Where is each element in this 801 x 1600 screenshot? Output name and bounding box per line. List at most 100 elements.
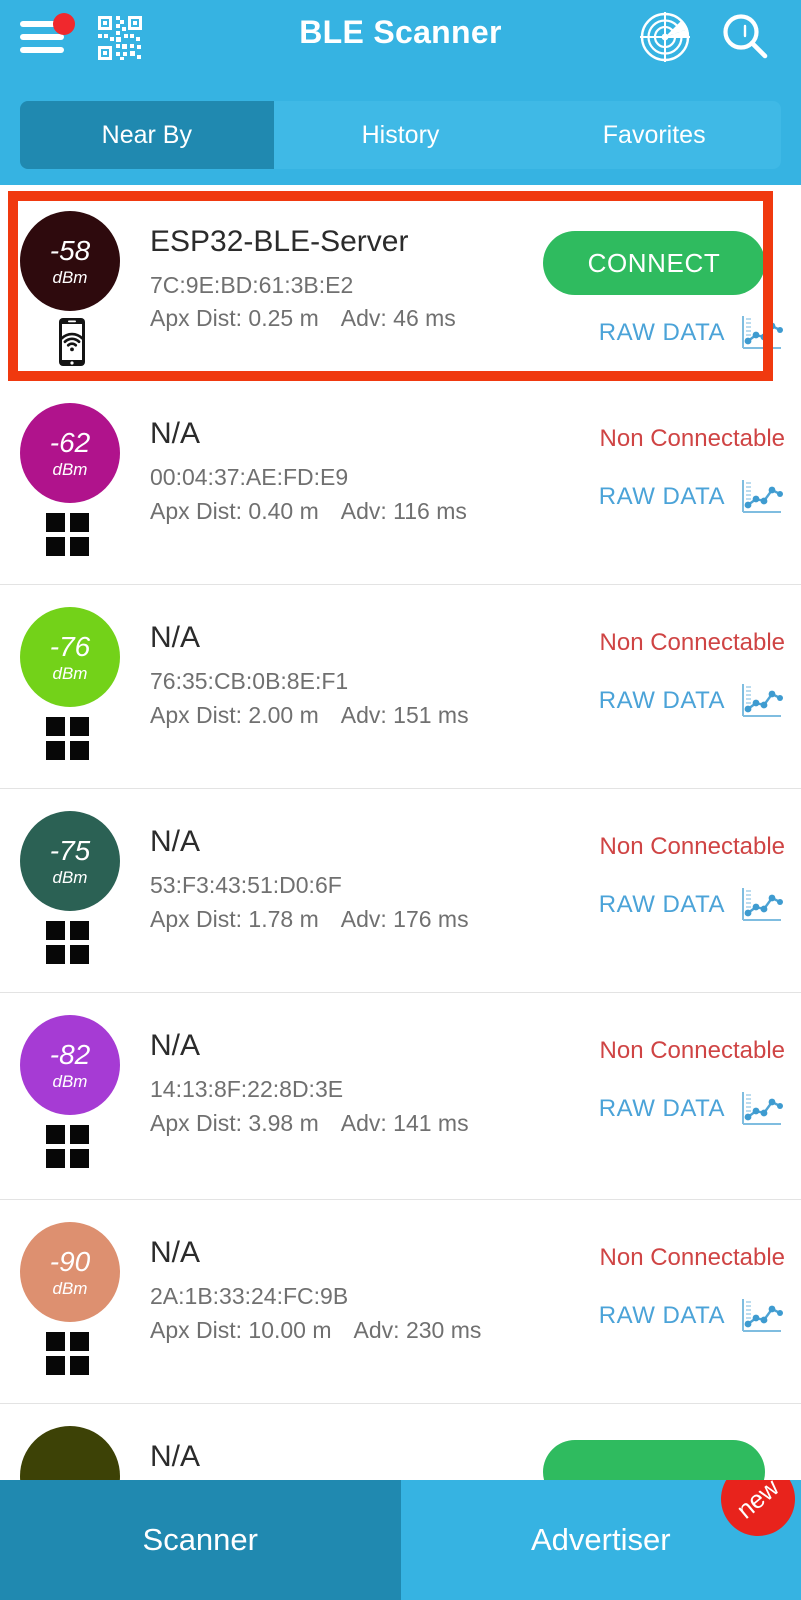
device-distance: Apx Dist: 0.25 m	[150, 305, 319, 331]
grid-square	[46, 921, 65, 940]
grid-square	[70, 513, 89, 532]
tab-near-by[interactable]: Near By	[20, 101, 274, 169]
table-row[interactable]: N/A	[0, 1404, 801, 1480]
line-chart-icon	[739, 1296, 783, 1336]
raw-data-label: RAW DATA	[598, 319, 725, 346]
rssi-unit: dBm	[52, 267, 88, 287]
new-badge-container: new	[711, 1480, 801, 1570]
device-name: N/A	[150, 825, 201, 858]
raw-data-button[interactable]: RAW DATA	[599, 1089, 783, 1129]
raw-data-button[interactable]: RAW DATA	[599, 885, 783, 925]
raw-data-button[interactable]: RAW DATA	[599, 681, 783, 721]
line-chart-icon	[739, 1089, 783, 1129]
raw-data-label: RAW DATA	[598, 891, 725, 918]
rssi-indicator: -82 dBm	[20, 1015, 120, 1115]
rssi-circle: -62 dBm	[20, 403, 120, 503]
connect-button[interactable]: CONNECT	[543, 231, 765, 295]
rssi-indicator: -90 dBm	[20, 1222, 120, 1322]
device-distance: Apx Dist: 2.00 m	[150, 702, 319, 728]
grid-square	[46, 1125, 65, 1144]
rssi-indicator	[20, 1426, 120, 1480]
rssi-circle: -58 dBm	[20, 211, 120, 311]
grid-square	[70, 1332, 89, 1351]
tab-favorites[interactable]: Favorites	[527, 101, 781, 169]
status-badge: Non Connectable	[599, 425, 785, 452]
device-meta: Apx Dist: 10.00 m Adv: 230 ms	[150, 1317, 481, 1344]
status-badge: Non Connectable	[599, 833, 785, 860]
grid-square	[46, 513, 65, 532]
raw-data-label: RAW DATA	[598, 483, 725, 510]
grid-square	[46, 1149, 65, 1168]
status-badge: Non Connectable	[599, 629, 785, 656]
device-mac-address: 7C:9E:BD:61:3B:E2	[150, 272, 354, 298]
grid-square	[70, 945, 89, 964]
device-mac-address: 14:13:8F:22:8D:3E	[150, 1076, 344, 1102]
raw-data-button[interactable]: RAW DATA	[599, 1296, 783, 1336]
line-chart-icon	[739, 477, 783, 517]
device-adv-interval: Adv: 151 ms	[340, 702, 469, 728]
device-mac-address: 00:04:37:AE:FD:E9	[150, 464, 349, 490]
table-row[interactable]: -62 dBm N/A 00:04:37:AE:FD:E9 Apx Dist: …	[0, 381, 801, 585]
rssi-value: -75	[49, 834, 91, 866]
device-meta: Apx Dist: 1.78 m Adv: 176 ms	[150, 906, 469, 933]
rssi-circle: -82 dBm	[20, 1015, 120, 1115]
grid-square	[70, 1125, 89, 1144]
device-mac-address: 76:35:CB:0B:8E:F1	[150, 668, 349, 694]
device-name: ESP32-BLE-Server	[150, 225, 409, 258]
tab-history[interactable]: History	[273, 101, 528, 169]
raw-data-button[interactable]: RAW DATA	[599, 313, 783, 353]
status-badge: Non Connectable	[599, 1037, 785, 1064]
grid-square	[70, 741, 89, 760]
rssi-circle: -75 dBm	[20, 811, 120, 911]
bottom-nav-scanner[interactable]: Scanner	[0, 1480, 401, 1600]
device-name: N/A	[150, 417, 201, 450]
table-row[interactable]: -58 dBm ESP32-BLE-Server 7C:9E:BD:61:3B:…	[0, 185, 801, 381]
grid-square	[70, 1356, 89, 1375]
connect-button[interactable]	[543, 1440, 765, 1480]
device-distance: Apx Dist: 0.40 m	[150, 498, 319, 524]
device-name: N/A	[150, 1440, 201, 1473]
line-chart-icon	[739, 313, 783, 353]
device-adv-interval: Adv: 116 ms	[340, 498, 467, 524]
rssi-value: -58	[49, 234, 91, 266]
table-row[interactable]: -82 dBm N/A 14:13:8F:22:8D:3E Apx Dist: …	[0, 993, 801, 1200]
grid-square	[46, 1356, 65, 1375]
search-icon[interactable]	[718, 10, 772, 64]
raw-data-label: RAW DATA	[598, 1095, 725, 1122]
device-meta: Apx Dist: 2.00 m Adv: 151 ms	[150, 702, 469, 729]
raw-data-label: RAW DATA	[598, 687, 725, 714]
four-square-grid-icon	[46, 1332, 90, 1376]
grid-square	[46, 717, 65, 736]
device-name: N/A	[150, 1236, 201, 1269]
four-square-grid-icon	[46, 1125, 90, 1169]
device-meta: Apx Dist: 0.40 m Adv: 116 ms	[150, 498, 467, 525]
raw-data-label: RAW DATA	[598, 1302, 725, 1329]
device-list[interactable]: -58 dBm ESP32-BLE-Server 7C:9E:BD:61:3B:…	[0, 185, 801, 1480]
rssi-indicator: -62 dBm	[20, 403, 120, 503]
grid-square	[46, 945, 65, 964]
grid-square	[70, 921, 89, 940]
rssi-unit: dBm	[52, 1071, 88, 1091]
line-chart-icon	[739, 885, 783, 925]
table-row[interactable]: -90 dBm N/A 2A:1B:33:24:FC:9B Apx Dist: …	[0, 1200, 801, 1404]
rssi-value: -76	[49, 630, 91, 662]
table-row[interactable]: -76 dBm N/A 76:35:CB:0B:8E:F1 Apx Dist: …	[0, 585, 801, 789]
raw-data-button[interactable]: RAW DATA	[599, 477, 783, 517]
line-chart-icon	[739, 681, 783, 721]
status-badge: Non Connectable	[599, 1244, 785, 1271]
radar-scan-icon[interactable]	[638, 10, 692, 64]
rssi-value: -82	[49, 1038, 91, 1070]
four-square-grid-icon	[46, 921, 90, 965]
app-header-top-row: BLE Scanner	[0, 0, 801, 80]
grid-square	[70, 717, 89, 736]
device-adv-interval: Adv: 141 ms	[340, 1110, 469, 1136]
device-name: N/A	[150, 621, 201, 654]
rssi-indicator: -58 dBm	[20, 211, 120, 311]
rssi-unit: dBm	[52, 867, 88, 887]
rssi-circle: -76 dBm	[20, 607, 120, 707]
rssi-value: -62	[49, 426, 91, 458]
four-square-grid-icon	[46, 513, 90, 557]
rssi-unit: dBm	[52, 459, 88, 479]
rssi-indicator: -75 dBm	[20, 811, 120, 911]
table-row[interactable]: -75 dBm N/A 53:F3:43:51:D0:6F Apx Dist: …	[0, 789, 801, 993]
